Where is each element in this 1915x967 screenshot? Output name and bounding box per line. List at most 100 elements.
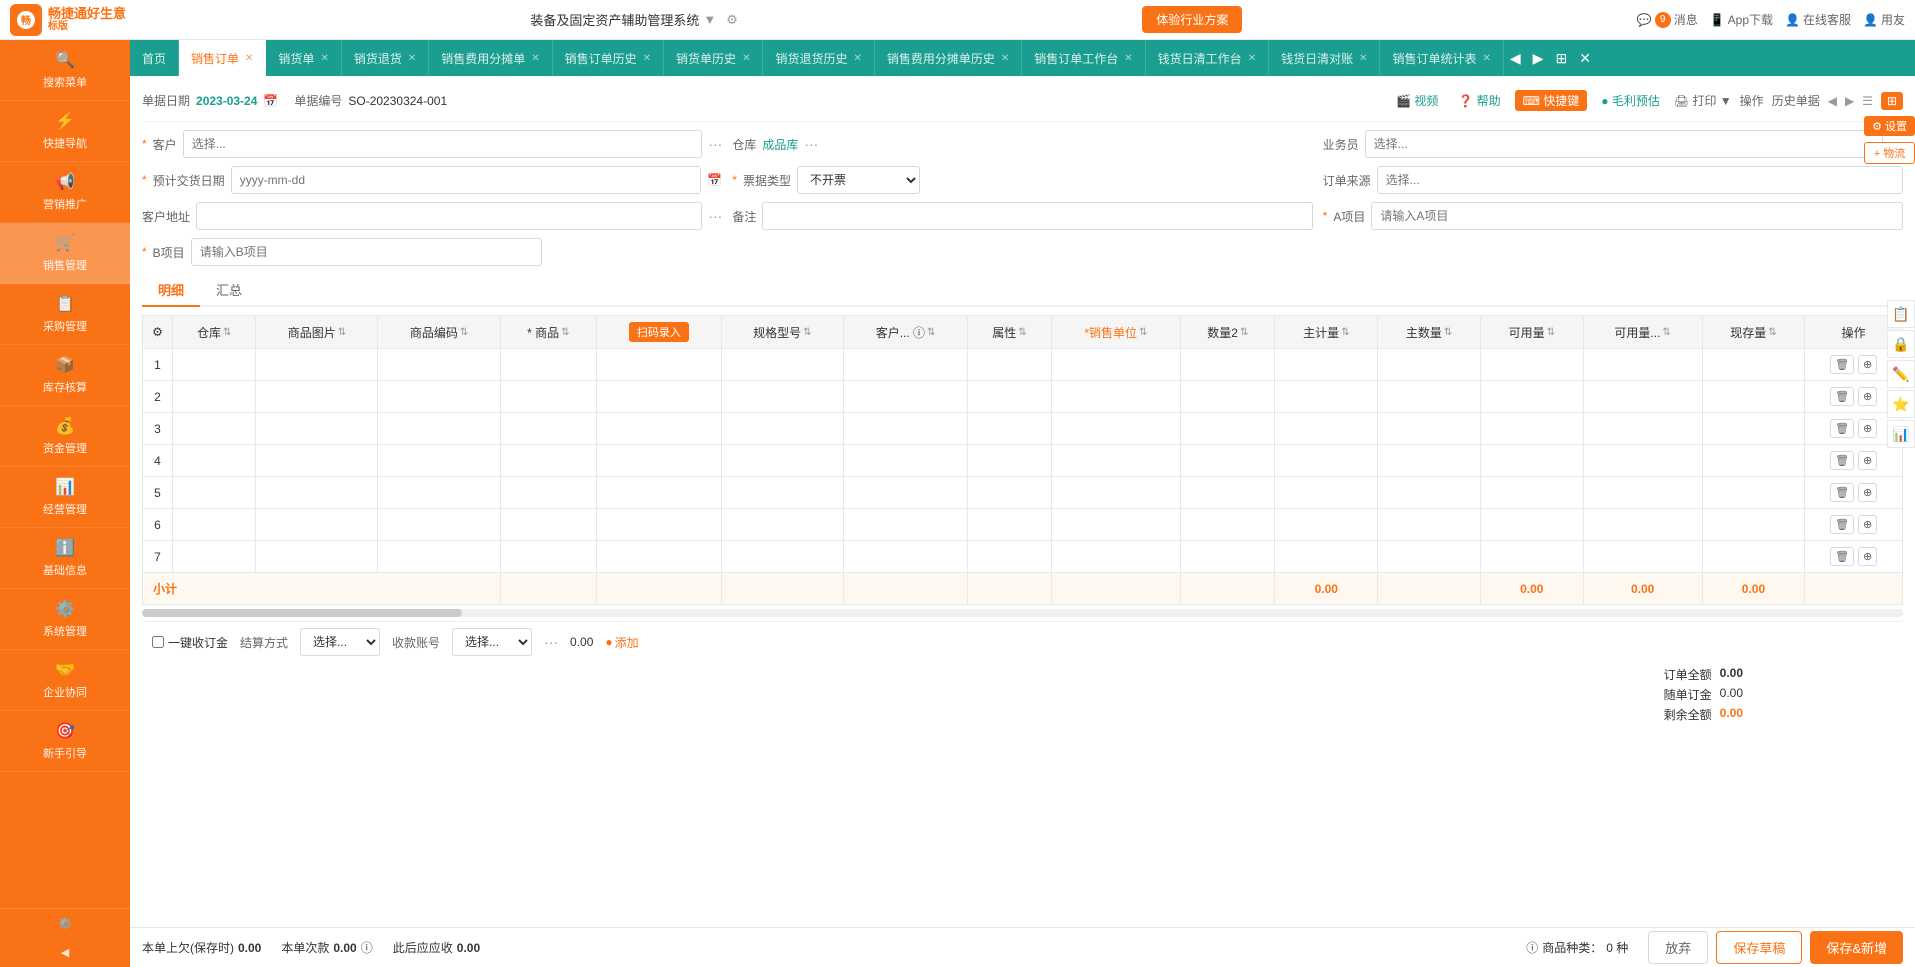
rp-icon-1[interactable]: 📋 bbox=[1887, 300, 1915, 328]
calendar-icon[interactable]: 📅 bbox=[263, 94, 278, 108]
rp-icon-5[interactable]: 📊 bbox=[1887, 420, 1915, 448]
row-delete-3[interactable]: 🗑 bbox=[1830, 419, 1854, 438]
operation-button[interactable]: 操作 bbox=[1740, 92, 1764, 109]
tab-close-sales-order-history[interactable]: ✕ bbox=[643, 53, 651, 64]
row-image-1[interactable] bbox=[256, 349, 378, 381]
row-delete-1[interactable]: 🗑 bbox=[1830, 355, 1854, 374]
row-main-qty-1[interactable] bbox=[1378, 349, 1481, 381]
tab-close-all-button[interactable]: ✕ bbox=[1573, 40, 1597, 76]
row-copy-4[interactable]: ⊕ bbox=[1858, 451, 1877, 470]
sidebar-item-guide[interactable]: 🎯 新手引导 bbox=[0, 711, 130, 772]
list-view-icon[interactable]: ☰ bbox=[1862, 94, 1873, 108]
config-button[interactable]: ⚙ 设置 bbox=[1864, 116, 1915, 136]
tab-close-sales-stats[interactable]: ✕ bbox=[1483, 53, 1491, 64]
tab-cash-workbench[interactable]: 钱货日清工作台 ✕ bbox=[1146, 40, 1269, 76]
horizontal-scrollbar[interactable] bbox=[142, 609, 1903, 617]
nav-next-icon[interactable]: ▶ bbox=[1845, 94, 1854, 108]
tab-close-sales-invoice[interactable]: ✕ bbox=[320, 53, 328, 64]
row-product-1[interactable] bbox=[500, 349, 596, 381]
warehouse-more-icon[interactable]: ··· bbox=[804, 136, 818, 152]
row-spec-1[interactable] bbox=[721, 349, 843, 381]
tab-close-cash-workbench[interactable]: ✕ bbox=[1248, 53, 1256, 64]
sidebar-item-finance[interactable]: 💰 资金管理 bbox=[0, 406, 130, 467]
scrollbar-thumb[interactable] bbox=[142, 609, 462, 617]
row-copy-7[interactable]: ⊕ bbox=[1858, 547, 1877, 566]
sidebar-item-sales[interactable]: 🛒 销售管理 bbox=[0, 223, 130, 284]
tab-sales-invoice-history[interactable]: 销货单历史 ✕ bbox=[664, 40, 763, 76]
scan-button[interactable]: 扫码录入 bbox=[629, 322, 689, 342]
delivery-calendar-icon[interactable]: 📅 bbox=[707, 173, 722, 187]
th-settings[interactable]: ⚙ bbox=[143, 316, 173, 349]
row-scan-1[interactable] bbox=[596, 349, 721, 381]
row-delete-4[interactable]: 🗑 bbox=[1830, 451, 1854, 470]
deposit-checkbox[interactable] bbox=[152, 636, 164, 648]
deposit-checkbox-label[interactable]: 一键收订金 bbox=[152, 634, 228, 651]
customer-more-icon[interactable]: ··· bbox=[708, 136, 722, 152]
tab-prev-button[interactable]: ◀ bbox=[1504, 40, 1527, 76]
tab-sales-fee-history[interactable]: 销售费用分摊单历史 ✕ bbox=[875, 40, 1022, 76]
delivery-input[interactable] bbox=[231, 166, 702, 194]
message-button[interactable]: 💬 9 消息 bbox=[1637, 11, 1698, 28]
tab-close-sales-fee[interactable]: ✕ bbox=[531, 53, 539, 64]
row-delete-5[interactable]: 🗑 bbox=[1830, 483, 1854, 502]
rp-icon-2[interactable]: 🔒 bbox=[1887, 330, 1915, 358]
sidebar-item-inventory[interactable]: 📦 库存核算 bbox=[0, 345, 130, 406]
staff-input[interactable] bbox=[1365, 130, 1883, 158]
addr-more-icon[interactable]: ··· bbox=[708, 208, 722, 224]
sidebar-item-basic-info[interactable]: ℹ️ 基础信息 bbox=[0, 528, 130, 589]
note-input[interactable] bbox=[762, 202, 1312, 230]
row-stock-1[interactable] bbox=[1702, 349, 1805, 381]
row-main-unit-1[interactable] bbox=[1275, 349, 1378, 381]
tab-sales-return[interactable]: 销货退货 ✕ bbox=[342, 40, 429, 76]
app-download-button[interactable]: 📱 App下载 bbox=[1710, 11, 1773, 28]
row-warehouse-1[interactable] bbox=[173, 349, 256, 381]
discard-button[interactable]: 放弃 bbox=[1648, 931, 1708, 964]
add-goods-button[interactable]: + 物流 bbox=[1864, 142, 1915, 164]
tab-home[interactable]: 首页 bbox=[130, 40, 179, 76]
row-delete-6[interactable]: 🗑 bbox=[1830, 515, 1854, 534]
b-project-input[interactable] bbox=[191, 238, 542, 266]
row-available-1[interactable] bbox=[1480, 349, 1583, 381]
sub-tab-detail[interactable]: 明细 bbox=[142, 274, 200, 307]
sidebar-item-system[interactable]: ⚙️ 系统管理 bbox=[0, 589, 130, 650]
row-customer-1[interactable] bbox=[843, 349, 967, 381]
tab-sales-invoice[interactable]: 销货单 ✕ bbox=[266, 40, 341, 76]
tab-cash-reconcile[interactable]: 钱货日清对账 ✕ bbox=[1269, 40, 1380, 76]
history-button[interactable]: 历史单据 bbox=[1772, 92, 1820, 109]
customer-input[interactable] bbox=[183, 130, 703, 158]
tab-sales-workbench[interactable]: 销售订单工作台 ✕ bbox=[1022, 40, 1145, 76]
help-button[interactable]: ❓ 帮助 bbox=[1452, 90, 1506, 111]
sidebar-collapse-button[interactable]: ◀ bbox=[0, 938, 130, 967]
tab-sales-fee[interactable]: 销售费用分摊单 ✕ bbox=[429, 40, 552, 76]
row-qty2-1[interactable] bbox=[1181, 349, 1275, 381]
system-dropdown-icon[interactable]: ▼ bbox=[703, 12, 716, 27]
row-code-1[interactable] bbox=[378, 349, 500, 381]
tab-close-sales-return-history[interactable]: ✕ bbox=[853, 53, 861, 64]
tab-sales-order-history[interactable]: 销售订单历史 ✕ bbox=[553, 40, 664, 76]
row-copy-6[interactable]: ⊕ bbox=[1858, 515, 1877, 534]
sidebar-item-operations[interactable]: 📊 经营管理 bbox=[0, 467, 130, 528]
video-button[interactable]: 🎬 视频 bbox=[1390, 90, 1444, 111]
row-delete-7[interactable]: 🗑 bbox=[1830, 547, 1854, 566]
online-service-button[interactable]: 👤 在线客服 bbox=[1785, 11, 1851, 28]
sidebar-item-search[interactable]: 🔍 搜索菜单 bbox=[0, 40, 130, 101]
sidebar-item-collab[interactable]: 🤝 企业协同 bbox=[0, 650, 130, 711]
tab-sales-order[interactable]: 销售订单 ✕ bbox=[179, 40, 266, 76]
tab-close-sales-workbench[interactable]: ✕ bbox=[1124, 53, 1132, 64]
solution-button[interactable]: 体验行业方案 bbox=[1142, 6, 1242, 33]
grid-view-icon[interactable]: ⊞ bbox=[1881, 92, 1903, 110]
sidebar-item-quicknav[interactable]: ⚡ 快捷导航 bbox=[0, 101, 130, 162]
tab-close-sales-fee-history[interactable]: ✕ bbox=[1001, 53, 1009, 64]
row-copy-5[interactable]: ⊕ bbox=[1858, 483, 1877, 502]
print-button[interactable]: 🖨 打印 ▼ bbox=[1674, 92, 1732, 109]
tab-close-sales-invoice-history[interactable]: ✕ bbox=[742, 53, 750, 64]
a-project-input[interactable] bbox=[1371, 202, 1903, 230]
invoice-select[interactable]: 不开票 增值税普通发票 增值税专用发票 bbox=[797, 166, 920, 194]
row-copy-3[interactable]: ⊕ bbox=[1858, 419, 1877, 438]
tab-sales-return-history[interactable]: 销货退货历史 ✕ bbox=[763, 40, 874, 76]
account-select[interactable]: 选择... bbox=[452, 628, 532, 656]
shortcut-button[interactable]: ⌨ 快捷键 bbox=[1515, 90, 1588, 111]
sub-tab-summary[interactable]: 汇总 bbox=[200, 274, 258, 307]
user-button[interactable]: 👤 用友 bbox=[1863, 11, 1905, 28]
settings-icon[interactable]: ⚙ bbox=[726, 12, 738, 28]
